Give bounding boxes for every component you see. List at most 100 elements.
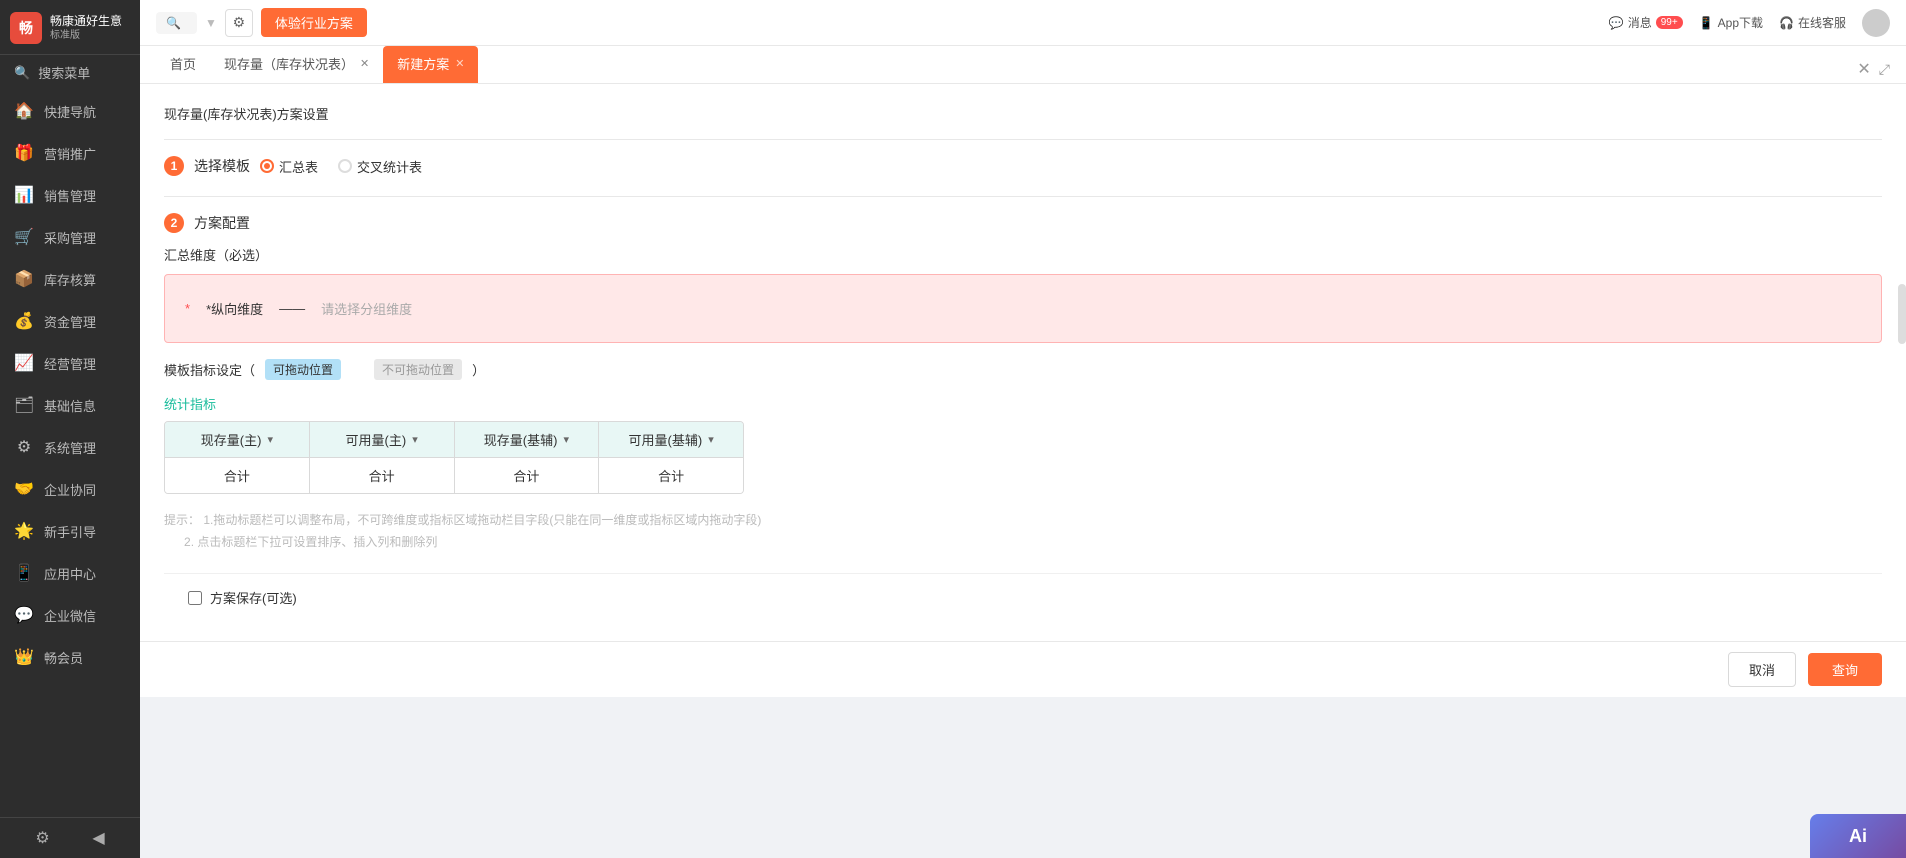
stats-col-4[interactable]: 可用量(基辅) ▾ [599,422,743,457]
member-icon: 👑 [14,647,34,667]
chevron-down-icon-col2: ▾ [412,433,418,446]
sidebar-item-finance[interactable]: 💰 资金管理 [0,300,140,342]
step2-title: 方案配置 [194,213,250,233]
sidebar-item-sales[interactable]: 📊 销售管理 [0,174,140,216]
sidebar-logo: 畅 畅康通好生意 标准版 [0,0,140,55]
app-download-icon: 📱 [1699,16,1714,30]
sidebar-menu: 🔍 搜索菜单 🏠 快捷导航 🎁 营销推广 📊 销售管理 🛒 采购管理 📦 库存核… [0,55,140,817]
stats-label: 统计指标 [164,394,1882,413]
close-panel-icon[interactable]: ✕ [1857,59,1870,79]
dimension-box[interactable]: * *纵向维度 —— 请选择分组维度 [164,274,1882,343]
sidebar-item-search[interactable]: 🔍 搜索菜单 [0,55,140,90]
gear-button[interactable]: ⚙ [225,9,253,37]
tip-title: 提示： 1.拖动标题栏可以调整布局，不可跨维度或指标区域拖动栏目字段(只能在同一… [164,510,1882,532]
messages-item[interactable]: 💬 消息 99+ [1609,14,1683,31]
sidebar-item-basic-info[interactable]: 🗂 基础信息 [0,384,140,426]
tip-2: 2. 点击标题栏下拉可设置排序、插入列和删除列 [164,532,1882,554]
save-checkbox[interactable] [188,591,202,605]
scrollbar-thumb[interactable] [1898,284,1906,344]
message-icon: 💬 [1609,16,1624,30]
sidebar-item-cooperation[interactable]: 🤝 企业协同 [0,468,140,510]
dimension-dash: —— [279,301,305,316]
search-icon: 🔍 [14,65,30,81]
topbar-search-box[interactable]: 🔍 [156,12,197,34]
step2-header: 2 方案配置 [164,213,1882,233]
step1-title: 选择模板 [194,156,250,176]
settings-panel: 现存量(库存状况表)方案设置 1 选择模板 汇总表 交叉统计表 [140,84,1906,641]
table-row: 合计 合计 合计 合计 [165,457,743,493]
tab-home[interactable]: 首页 [156,46,210,83]
sidebar-item-marketing[interactable]: 🎁 营销推广 [0,132,140,174]
cancel-button[interactable]: 取消 [1728,652,1796,687]
required-star: * [185,301,190,316]
topbar-dropdown-text: ▼ [205,16,217,30]
radio-summary[interactable]: 汇总表 [260,157,318,176]
avatar[interactable] [1862,9,1890,37]
step1-number: 1 [164,156,184,176]
radio-summary-dot [260,159,274,173]
topbar: 🔍 ▼ ⚙ 体验行业方案 💬 消息 99+ 📱 App下载 🎧 在线客服 [140,0,1906,46]
tab-inventory-status[interactable]: 现存量（库存状况表） ✕ [210,46,383,83]
close-tab-new-plan[interactable]: ✕ [455,57,464,70]
headset-icon: 🎧 [1779,16,1794,30]
finance-icon: 💰 [14,311,34,331]
vertical-dimension-label: *纵向维度 [206,299,263,318]
sidebar-bottom: ⚙ ◀ [0,817,140,858]
indicator-settings: 模板指标设定（ 可拖动位置 不可拖动位置 ） [164,359,1882,380]
app-download-item[interactable]: 📱 App下载 [1699,14,1763,31]
quick-nav-icon: 🏠 [14,101,34,121]
purchase-icon: 🛒 [14,227,34,247]
expand-panel-icon[interactable]: ⤢ [1879,61,1890,78]
panel-title: 现存量(库存状况表)方案设置 [164,104,1882,123]
sidebar-item-wechat[interactable]: 💬 企业微信 [0,594,140,636]
logo-text: 畅康通好生意 标准版 [50,14,122,43]
settings-icon[interactable]: ⚙ [35,828,49,848]
app-center-icon: 📱 [14,563,34,583]
save-section: 方案保存(可选) [164,573,1882,621]
collapse-icon[interactable]: ◀ [92,828,104,848]
sidebar-item-purchase[interactable]: 🛒 采购管理 [0,216,140,258]
messages-badge: 99+ [1656,16,1683,29]
sidebar-item-new-guide[interactable]: 🌟 新手引导 [0,510,140,552]
topbar-left: 🔍 ▼ ⚙ 体验行业方案 [156,8,1597,37]
sidebar-item-quick-nav[interactable]: 🏠 快捷导航 [0,90,140,132]
sidebar-item-app-center[interactable]: 📱 应用中心 [0,552,140,594]
stats-col-2[interactable]: 可用量(主) ▾ [310,422,455,457]
stats-col-1[interactable]: 现存量(主) ▾ [165,422,310,457]
sidebar-item-system[interactable]: ⚙ 系统管理 [0,426,140,468]
sales-icon: 📊 [14,185,34,205]
experience-button[interactable]: 体验行业方案 [261,8,367,37]
ai-badge[interactable]: Ai [1810,814,1906,858]
step1-header: 1 选择模板 汇总表 交叉统计表 [164,156,1882,176]
inventory-icon: 📦 [14,269,34,289]
step1-section: 1 选择模板 汇总表 交叉统计表 [164,156,1882,176]
sidebar-item-operations[interactable]: 📈 经营管理 [0,342,140,384]
stats-section: 统计指标 现存量(主) ▾ 可用量(主) ▾ [164,394,1882,494]
topbar-dropdown[interactable]: ▼ [205,16,217,30]
topbar-right: 💬 消息 99+ 📱 App下载 🎧 在线客服 [1609,9,1890,37]
save-label: 方案保存(可选) [210,588,297,607]
sidebar-item-inventory[interactable]: 📦 库存核算 [0,258,140,300]
chevron-down-icon-col1: ▾ [267,433,273,446]
marketing-icon: 🎁 [14,143,34,163]
radio-cross[interactable]: 交叉统计表 [338,157,422,176]
step2-number: 2 [164,213,184,233]
tabs-bar: 首页 现存量（库存状况表） ✕ 新建方案 ✕ ✕ ⤢ [140,46,1906,84]
draggable-tag: 可拖动位置 [265,359,341,380]
sidebar-item-member[interactable]: 👑 畅会员 [0,636,140,678]
online-service-item[interactable]: 🎧 在线客服 [1779,14,1846,31]
cooperation-icon: 🤝 [14,479,34,499]
stats-table-header: 现存量(主) ▾ 可用量(主) ▾ 现存量(基辅) ▾ [165,422,743,457]
logo-icon: 畅 [10,12,42,44]
bottom-bar: 取消 查询 [140,641,1906,697]
stats-col-3[interactable]: 现存量(基辅) ▾ [455,422,600,457]
tab-new-plan[interactable]: 新建方案 ✕ [383,46,478,83]
chevron-down-icon-col4: ▾ [708,433,714,446]
sidebar: 畅 畅康通好生意 标准版 🔍 搜索菜单 🏠 快捷导航 🎁 营销推广 📊 销售管理… [0,0,140,858]
topbar-search-icon: 🔍 [166,16,181,30]
basic-info-icon: 🗂 [14,395,34,415]
query-button[interactable]: 查询 [1808,653,1882,686]
system-icon: ⚙ [14,437,34,457]
close-tab-inventory[interactable]: ✕ [360,57,369,70]
template-radio-group: 汇总表 交叉统计表 [260,157,422,176]
